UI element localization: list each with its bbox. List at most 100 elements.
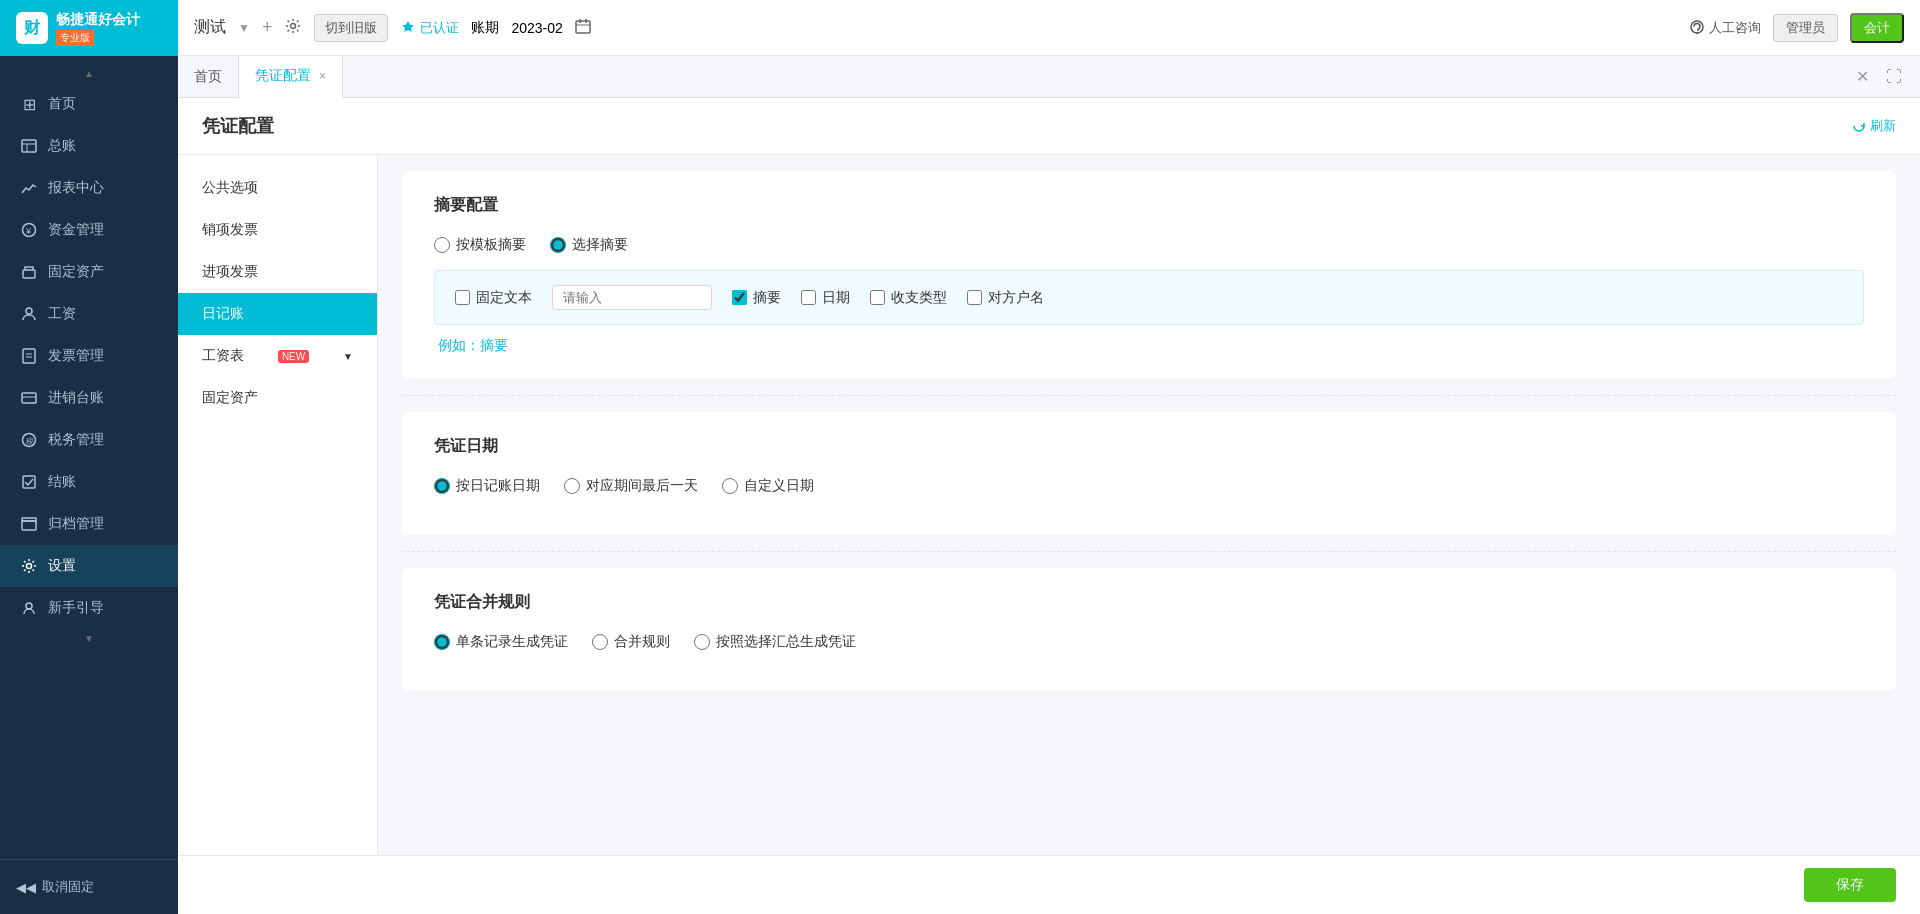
- radio-period-last-input[interactable]: [564, 478, 580, 494]
- left-nav-purchase-invoice-label: 进项发票: [202, 263, 258, 281]
- left-nav-payroll-table[interactable]: 工资表 NEW ▼: [178, 335, 377, 377]
- page-title: 凭证配置: [202, 114, 274, 138]
- radio-template-summary-input[interactable]: [434, 237, 450, 253]
- page-header: 凭证配置 刷新: [178, 98, 1920, 155]
- radio-journal-date[interactable]: 按日记账日期: [434, 477, 540, 495]
- checkbox-counterpart[interactable]: 对方户名: [967, 289, 1044, 307]
- calendar-icon[interactable]: [575, 18, 591, 37]
- project-dropdown-icon[interactable]: ▼: [238, 21, 250, 35]
- svg-point-19: [291, 23, 296, 28]
- fixed-text-input[interactable]: [552, 285, 712, 310]
- radio-custom-date-input[interactable]: [722, 478, 738, 494]
- radio-single-record[interactable]: 单条记录生成凭证: [434, 633, 568, 651]
- sidebar-label-sales-ledger: 进销台账: [48, 389, 104, 407]
- cancel-fixed-btn[interactable]: ◀◀ 取消固定: [0, 868, 178, 906]
- content-area: 公共选项 销项发票 进项发票 日记账 工资表 NEW ▼: [178, 155, 1920, 855]
- accountant-btn[interactable]: 会计: [1850, 13, 1904, 43]
- sidebar-item-settings[interactable]: 设置: [0, 545, 178, 587]
- sidebar-item-payroll[interactable]: 工资: [0, 293, 178, 335]
- sidebar-item-ledger[interactable]: 总账: [0, 125, 178, 167]
- sidebar-item-invoice[interactable]: 发票管理: [0, 335, 178, 377]
- svg-text:税: 税: [26, 437, 34, 446]
- sidebar-item-reports[interactable]: 报表中心: [0, 167, 178, 209]
- radio-single-record-input[interactable]: [434, 634, 450, 650]
- scroll-down-arrow[interactable]: ▼: [0, 629, 178, 648]
- checkbox-fixed-text[interactable]: 固定文本: [455, 289, 532, 307]
- service-label: 人工咨询: [1709, 19, 1761, 37]
- sidebar-item-fixed-assets[interactable]: 固定资产: [0, 251, 178, 293]
- sidebar-label-guide: 新手引导: [48, 599, 104, 617]
- left-nav-public[interactable]: 公共选项: [178, 167, 377, 209]
- radio-merge-rules[interactable]: 合并规则: [592, 633, 670, 651]
- manager-btn[interactable]: 管理员: [1773, 14, 1838, 42]
- checkbox-summary-input[interactable]: [732, 290, 747, 305]
- save-btn[interactable]: 保存: [1804, 868, 1896, 902]
- tab-close-btn[interactable]: ×: [319, 69, 326, 83]
- certified-badge: 已认证: [400, 19, 459, 37]
- checkbox-payment-type[interactable]: 收支类型: [870, 289, 947, 307]
- guide-icon: [20, 599, 38, 617]
- left-nav-sales-invoice[interactable]: 销项发票: [178, 209, 377, 251]
- left-nav-fixed-assets-config-label: 固定资产: [202, 389, 258, 407]
- sidebar-item-home[interactable]: ⊞ 首页: [0, 83, 178, 125]
- svg-point-6: [26, 308, 32, 314]
- radio-template-summary[interactable]: 按模板摘要: [434, 236, 526, 254]
- close-period-icon: [20, 473, 38, 491]
- merge-section-title: 凭证合并规则: [434, 592, 1864, 613]
- radio-select-summary[interactable]: 选择摘要: [550, 236, 628, 254]
- add-project-btn[interactable]: +: [262, 17, 273, 38]
- sidebar: 财 畅捷通好会计 专业版 ▲ ⊞ 首页 总账 报表中心: [0, 0, 178, 914]
- sidebar-item-funds[interactable]: ¥ 资金管理: [0, 209, 178, 251]
- radio-custom-date[interactable]: 自定义日期: [722, 477, 814, 495]
- svg-point-24: [1696, 32, 1698, 34]
- expand-btn[interactable]: ⛶: [1880, 63, 1908, 91]
- tab-voucher-config[interactable]: 凭证配置 ×: [239, 56, 343, 98]
- checkbox-counterpart-input[interactable]: [967, 290, 982, 305]
- main-content: 测试 ▼ + 切到旧版 已认证 账期 2023-02 人工咨询 管理员 会计: [178, 0, 1920, 914]
- sidebar-label-fixed-assets: 固定资产: [48, 263, 104, 281]
- left-nav-journal[interactable]: 日记账: [178, 293, 377, 335]
- checkbox-fixed-text-label: 固定文本: [476, 289, 532, 307]
- checkbox-fixed-text-input[interactable]: [455, 290, 470, 305]
- sales-ledger-icon: [20, 389, 38, 407]
- left-nav-payroll-table-label: 工资表: [202, 347, 244, 365]
- sidebar-item-guide[interactable]: 新手引导: [0, 587, 178, 629]
- project-settings-icon[interactable]: [284, 17, 302, 39]
- radio-journal-date-input[interactable]: [434, 478, 450, 494]
- left-nav-purchase-invoice[interactable]: 进项发票: [178, 251, 377, 293]
- sidebar-item-archive[interactable]: 归档管理: [0, 503, 178, 545]
- svg-rect-16: [22, 518, 36, 521]
- ledger-icon: [20, 137, 38, 155]
- radio-journal-date-label: 按日记账日期: [456, 477, 540, 495]
- sidebar-logo: 财 畅捷通好会计 专业版: [0, 0, 178, 56]
- checkbox-date[interactable]: 日期: [801, 289, 850, 307]
- sidebar-item-tax[interactable]: 税 税务管理: [0, 419, 178, 461]
- left-nav-journal-label: 日记账: [202, 305, 244, 323]
- radio-select-summary-input[interactable]: [550, 237, 566, 253]
- refresh-btn[interactable]: 刷新: [1852, 117, 1896, 135]
- checkbox-payment-type-input[interactable]: [870, 290, 885, 305]
- radio-merge-rules-input[interactable]: [592, 634, 608, 650]
- checkbox-payment-type-label: 收支类型: [891, 289, 947, 307]
- svg-rect-0: [22, 140, 36, 152]
- sidebar-item-sales-ledger[interactable]: 进销台账: [0, 377, 178, 419]
- sidebar-label-tax: 税务管理: [48, 431, 104, 449]
- radio-period-last[interactable]: 对应期间最后一天: [564, 477, 698, 495]
- fixed-assets-icon: [20, 263, 38, 281]
- radio-template-summary-label: 按模板摘要: [456, 236, 526, 254]
- close-tab-btn[interactable]: ✕: [1848, 63, 1876, 91]
- radio-select-merge-input[interactable]: [694, 634, 710, 650]
- checkbox-summary[interactable]: 摘要: [732, 289, 781, 307]
- example-value: 摘要: [480, 337, 508, 353]
- service-btn[interactable]: 人工咨询: [1689, 19, 1761, 37]
- left-nav-fixed-assets-config[interactable]: 固定资产: [178, 377, 377, 419]
- old-version-btn[interactable]: 切到旧版: [314, 14, 388, 42]
- sidebar-item-close[interactable]: 结账: [0, 461, 178, 503]
- merge-config-section: 凭证合并规则 单条记录生成凭证 合并规则: [402, 568, 1896, 691]
- radio-select-merge[interactable]: 按照选择汇总生成凭证: [694, 633, 856, 651]
- scroll-up-arrow[interactable]: ▲: [0, 64, 178, 83]
- home-icon: ⊞: [20, 95, 38, 113]
- tab-home[interactable]: 首页: [178, 56, 239, 98]
- checkbox-date-input[interactable]: [801, 290, 816, 305]
- example-prefix: 例如：: [438, 337, 480, 353]
